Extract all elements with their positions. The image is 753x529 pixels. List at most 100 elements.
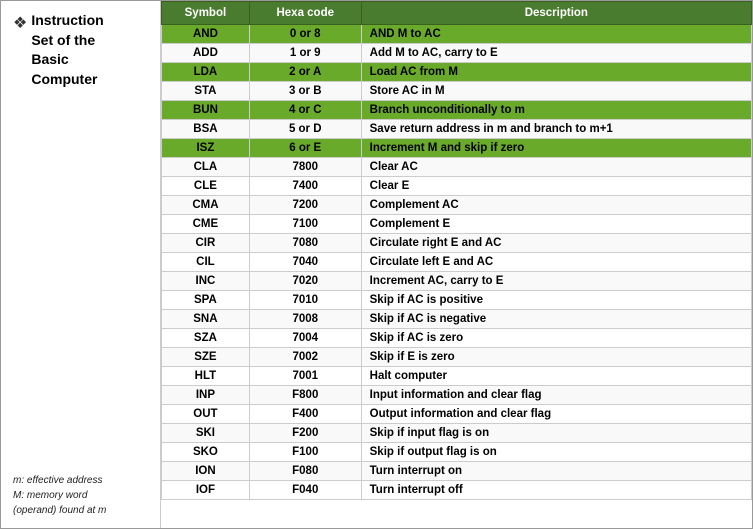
cell-desc: Turn interrupt on [361,462,751,481]
table-row: CME7100Complement E [162,215,752,234]
cell-hex: 5 or D [249,120,361,139]
footnote-line-3: (operand) found at m [13,503,152,518]
cell-desc: AND M to AC [361,25,751,44]
cell-symbol: BUN [162,101,250,120]
cell-desc: Add M to AC, carry to E [361,44,751,63]
table-row: INC7020Increment AC, carry to E [162,272,752,291]
cell-hex: 7080 [249,234,361,253]
cell-hex: F080 [249,462,361,481]
table-row: STA3 or BStore AC in M [162,82,752,101]
cell-desc: Skip if E is zero [361,348,751,367]
cell-desc: Circulate right E and AC [361,234,751,253]
cell-desc: Load AC from M [361,63,751,82]
table-row: SZE7002Skip if E is zero [162,348,752,367]
cell-symbol: INP [162,386,250,405]
cell-symbol: CME [162,215,250,234]
col-symbol: Symbol [162,2,250,25]
cell-hex: 7100 [249,215,361,234]
table-row: HLT7001Halt computer [162,367,752,386]
cell-desc: Complement E [361,215,751,234]
cell-symbol: ADD [162,44,250,63]
table-row: SPA7010Skip if AC is positive [162,291,752,310]
col-desc: Description [361,2,751,25]
cell-desc: Output information and clear flag [361,405,751,424]
table-row: CMA7200Complement AC [162,196,752,215]
cell-desc: Clear E [361,177,751,196]
cell-symbol: CLA [162,158,250,177]
cell-hex: 4 or C [249,101,361,120]
cell-symbol: SPA [162,291,250,310]
cell-symbol: CLE [162,177,250,196]
cell-hex: 7800 [249,158,361,177]
cell-symbol: CMA [162,196,250,215]
left-panel: ❖ InstructionSet of theBasicComputer m: … [1,1,161,528]
cell-hex: 7400 [249,177,361,196]
cell-symbol: INC [162,272,250,291]
cell-desc: Save return address in m and branch to m… [361,120,751,139]
table-row: SKIF200Skip if input flag is on [162,424,752,443]
table-row: ISZ6 or EIncrement M and skip if zero [162,139,752,158]
cell-desc: Skip if AC is negative [361,310,751,329]
table-row: SKOF100Skip if output flag is on [162,443,752,462]
cell-hex: 2 or A [249,63,361,82]
cell-hex: 1 or 9 [249,44,361,63]
cell-hex: F100 [249,443,361,462]
cell-symbol: ISZ [162,139,250,158]
cell-symbol: AND [162,25,250,44]
cell-desc: Turn interrupt off [361,481,751,500]
cell-desc: Increment AC, carry to E [361,272,751,291]
table-row: AND0 or 8AND M to AC [162,25,752,44]
cell-symbol: CIR [162,234,250,253]
cell-hex: 6 or E [249,139,361,158]
cell-symbol: SNA [162,310,250,329]
cell-hex: F040 [249,481,361,500]
cell-desc: Complement AC [361,196,751,215]
cell-hex: F800 [249,386,361,405]
cell-desc: Skip if AC is zero [361,329,751,348]
cell-desc: Store AC in M [361,82,751,101]
page-title: InstructionSet of theBasicComputer [31,11,103,89]
footnote-line-1: m: effective address [13,473,152,488]
table-row: BSA5 or DSave return address in m and br… [162,120,752,139]
cell-symbol: SKI [162,424,250,443]
cell-desc: Halt computer [361,367,751,386]
table-panel: Symbol Hexa code Description AND0 or 8AN… [161,1,752,528]
cell-symbol: ION [162,462,250,481]
table-row: ADD1 or 9Add M to AC, carry to E [162,44,752,63]
table-row: SZA7004Skip if AC is zero [162,329,752,348]
table-row: LDA2 or ALoad AC from M [162,63,752,82]
cell-desc: Skip if input flag is on [361,424,751,443]
cell-symbol: SKO [162,443,250,462]
table-row: CIL7040Circulate left E and AC [162,253,752,272]
cell-symbol: LDA [162,63,250,82]
cell-hex: 0 or 8 [249,25,361,44]
cell-desc: Circulate left E and AC [361,253,751,272]
cell-hex: 7200 [249,196,361,215]
cell-symbol: IOF [162,481,250,500]
col-hex: Hexa code [249,2,361,25]
cell-symbol: SZE [162,348,250,367]
cell-hex: 7008 [249,310,361,329]
table-row: SNA7008Skip if AC is negative [162,310,752,329]
page-container: ❖ InstructionSet of theBasicComputer m: … [0,0,753,529]
table-row: CLE7400Clear E [162,177,752,196]
table-row: OUTF400Output information and clear flag [162,405,752,424]
cell-desc: Increment M and skip if zero [361,139,751,158]
cell-hex: 7010 [249,291,361,310]
diamond-icon: ❖ [13,13,27,33]
cell-desc: Input information and clear flag [361,386,751,405]
table-row: CLA7800Clear AC [162,158,752,177]
cell-desc: Branch unconditionally to m [361,101,751,120]
cell-symbol: OUT [162,405,250,424]
footnote-line-2: M: memory word [13,488,152,503]
title-section: ❖ InstructionSet of theBasicComputer [13,11,152,89]
cell-symbol: SZA [162,329,250,348]
table-row: BUN4 or CBranch unconditionally to m [162,101,752,120]
cell-hex: F400 [249,405,361,424]
cell-hex: 7001 [249,367,361,386]
cell-hex: 7002 [249,348,361,367]
instruction-table: Symbol Hexa code Description AND0 or 8AN… [161,1,752,500]
table-row: INPF800Input information and clear flag [162,386,752,405]
cell-hex: 7004 [249,329,361,348]
cell-hex: 3 or B [249,82,361,101]
